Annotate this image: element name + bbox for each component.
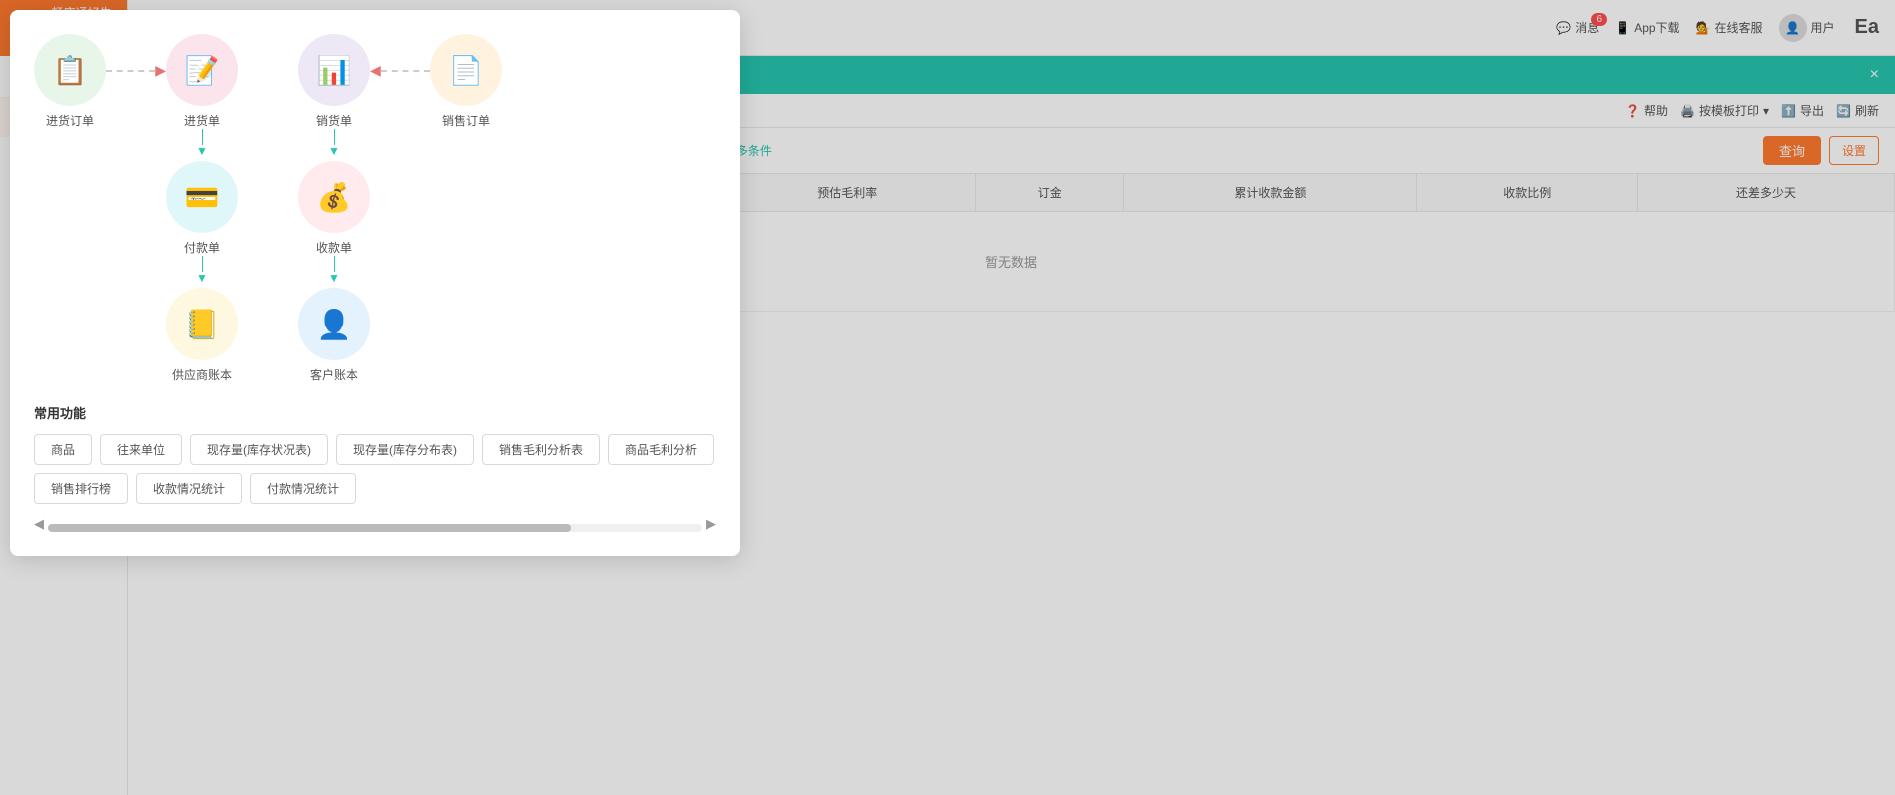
flow-row-3: 💳 付款单 💰 收款单 [128, 161, 716, 256]
flow-row-2: ▼ ▼ [128, 129, 716, 157]
purchase-bill-circle: 📝 [166, 34, 238, 106]
modal-scrollbar[interactable] [128, 524, 702, 532]
receipt-bill-circle: 💰 [298, 161, 370, 233]
flow-row-1: 📋 进货订单 ▶ 📝 [128, 34, 716, 129]
func-btn-stock-dist[interactable]: 现存量(库存分布表) [336, 434, 474, 465]
down-arrow-payment: ▼ [166, 256, 238, 284]
arrow-left-1: ◀ [370, 62, 381, 79]
sales-order-label: 销售订单 [442, 112, 490, 129]
func-btn-product-gross-analysis[interactable]: 商品毛利分析 [608, 434, 714, 465]
arrow-h-2: ◀ [370, 62, 430, 101]
down-arrow-purchase: ▼ [166, 129, 238, 157]
flow-row-4: ▼ ▼ [128, 256, 716, 284]
sales-bill-circle: 📊 [298, 34, 370, 106]
flow-node-purchase-bill[interactable]: 📝 进货单 [166, 34, 238, 129]
content-inner: ❓ 帮助 🖨️ 按模板打印 ▾ ⬆️ 导出 🔄 刷新 [128, 94, 1895, 795]
supplier-ledger-label: 供应商账本 [172, 366, 232, 383]
flow-row-5: 📒 供应商账本 👤 客户账本 [128, 288, 716, 383]
payment-bill-circle: 💳 [166, 161, 238, 233]
payment-bill-label: 付款单 [184, 239, 220, 256]
main: 装备及固定资产辅助管理系统 ▾ ⚙ 体验行业方案 💬 消息 6 📱 App下载 … [128, 0, 1895, 795]
common-functions-title: 常用功能 [128, 403, 716, 422]
func-btn-receipt-stats[interactable]: 收款情况统计 [136, 473, 242, 504]
flow-node-customer-ledger[interactable]: 👤 客户账本 [298, 288, 370, 383]
down-line-purchase [202, 129, 203, 145]
payment-bill-icon: 💳 [185, 181, 220, 214]
supplier-ledger-icon: 📒 [185, 308, 220, 341]
flow-node-supplier-ledger[interactable]: 📒 供应商账本 [166, 288, 238, 383]
sales-bill-label: 销货单 [316, 112, 352, 129]
flow-node-receipt-bill[interactable]: 💰 收款单 [298, 161, 370, 256]
overlay: 📋 进货订单 ▶ 📝 [128, 0, 1895, 795]
down-tip-payment: ▼ [196, 272, 208, 284]
down-line-sales [334, 129, 335, 145]
customer-ledger-circle: 👤 [298, 288, 370, 360]
func-buttons-row1: 商品 往来单位 现存量(库存状况表) 现存量(库存分布表) 销售毛利分析表 商品… [128, 434, 716, 465]
receipt-bill-icon: 💰 [317, 181, 352, 214]
down-tip-receipt: ▼ [328, 272, 340, 284]
flow-diagram: 📋 进货订单 ▶ 📝 [128, 34, 716, 383]
scroll-right-arrow[interactable]: ▶ [706, 516, 716, 532]
receipt-bill-label: 收款单 [316, 239, 352, 256]
modal-scrollbar-area: ◀ ▶ [128, 516, 716, 532]
flow-node-sales-bill[interactable]: 📊 销货单 [298, 34, 370, 129]
func-buttons-row2: 销售排行榜 收款情况统计 付款情况统计 [128, 473, 716, 504]
down-arrow-receipt: ▼ [298, 256, 370, 284]
func-btn-sales-gross-analysis[interactable]: 销售毛利分析表 [482, 434, 600, 465]
arrow-h-1: ▶ [128, 62, 166, 101]
sales-order-icon: 📄 [449, 54, 484, 87]
guide-modal: 📋 进货订单 ▶ 📝 [128, 10, 740, 556]
purchase-bill-label: 进货单 [184, 112, 220, 129]
func-btn-stock-status[interactable]: 现存量(库存状况表) [190, 434, 328, 465]
sales-bill-icon: 📊 [317, 54, 352, 87]
flow-node-sales-order[interactable]: 📄 销售订单 [430, 34, 502, 129]
supplier-ledger-circle: 📒 [166, 288, 238, 360]
down-line-receipt [334, 256, 335, 272]
down-line-payment [202, 256, 203, 272]
purchase-bill-icon: 📝 [185, 54, 220, 87]
func-btn-counterparty[interactable]: 往来单位 [128, 434, 182, 465]
modal-scrollbar-thumb [128, 524, 571, 532]
customer-ledger-label: 客户账本 [310, 366, 358, 383]
sales-order-circle: 📄 [430, 34, 502, 106]
arrow-right-1: ▶ [155, 62, 166, 79]
down-tip-sales: ▼ [328, 145, 340, 157]
customer-ledger-icon: 👤 [317, 308, 352, 341]
common-functions: 常用功能 商品 往来单位 现存量(库存状况表) 现存量(库存分布表) 销售毛利分… [128, 403, 716, 504]
down-tip-purchase: ▼ [196, 145, 208, 157]
down-arrow-sales: ▼ [298, 129, 370, 157]
func-btn-payment-stats[interactable]: 付款情况统计 [250, 473, 356, 504]
flow-node-payment-bill[interactable]: 💳 付款单 [166, 161, 238, 256]
